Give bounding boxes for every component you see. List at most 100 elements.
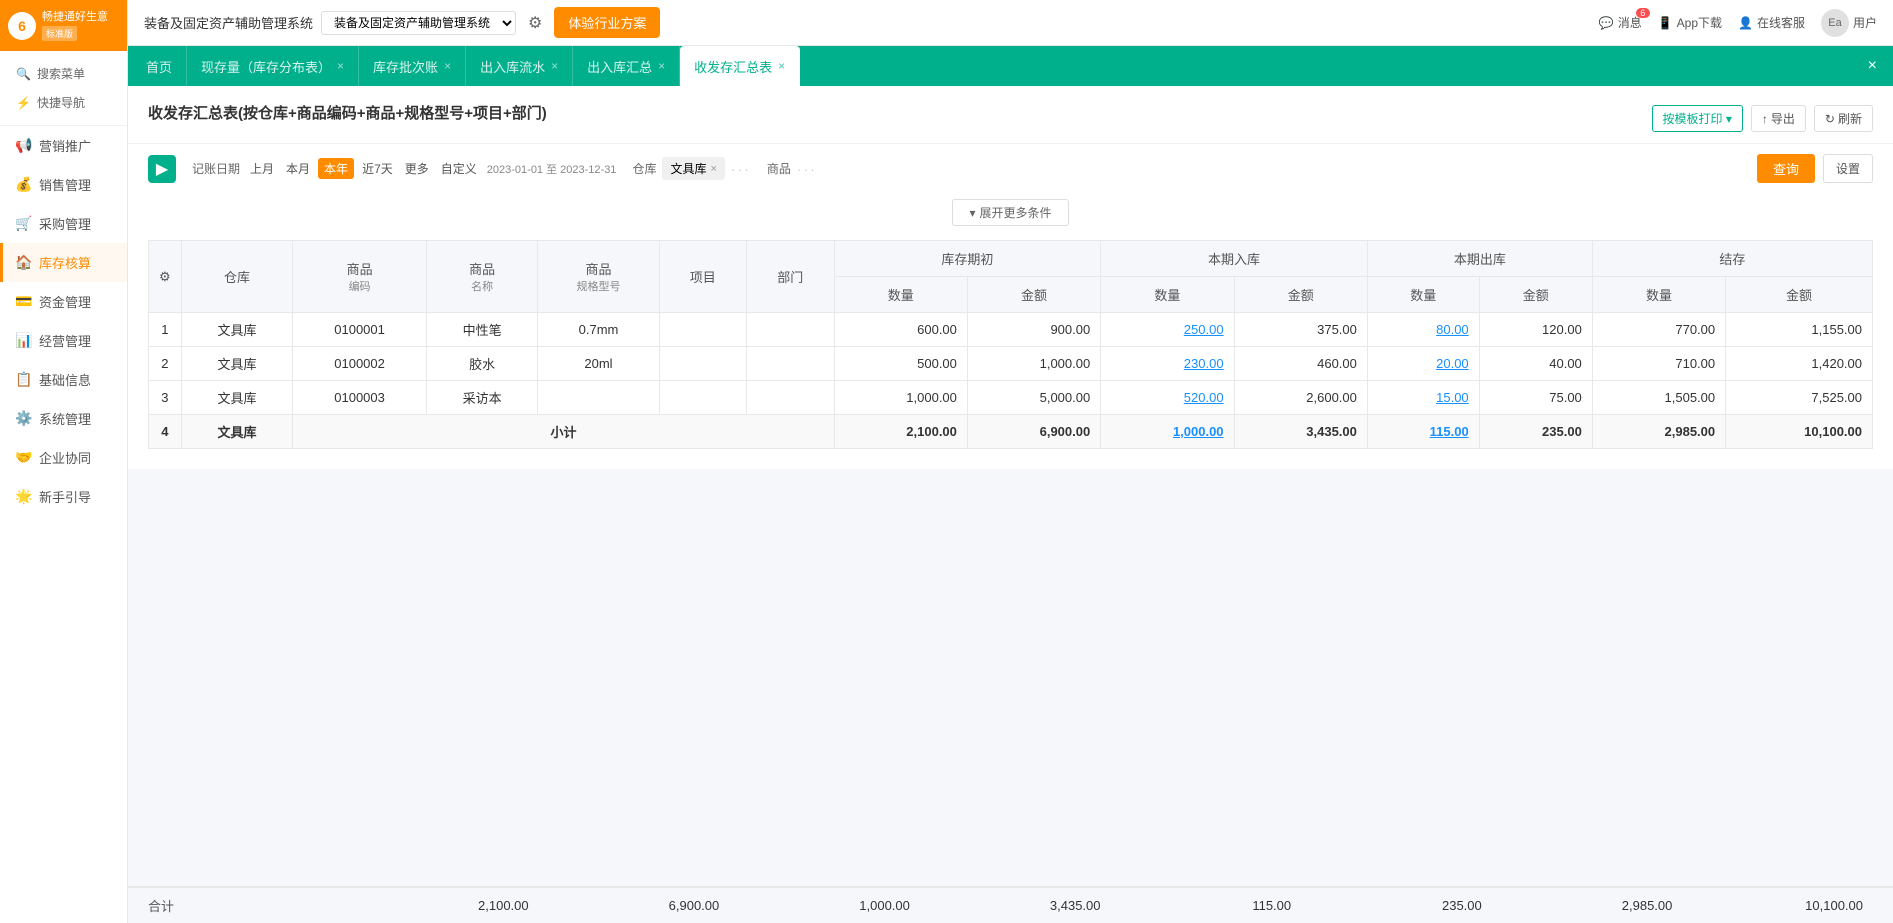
sales-icon: 💰	[15, 176, 31, 193]
user-item[interactable]: Ea 用户	[1821, 9, 1877, 37]
total-close-amt: 10,100.00	[1682, 898, 1873, 913]
enterprise-icon: 🤝	[15, 449, 31, 466]
sidebar-logo: 6	[8, 12, 36, 40]
table-row: 3 文具库 0100003 采访本 1,000.00 5,000.00 520.…	[149, 381, 1873, 415]
print-template-button[interactable]: 按模板打印 ▾	[1652, 105, 1743, 132]
sidebar-nav: 📢 营销推广 💰 销售管理 🛒 采购管理 🏠 库存核算 💳 资金管理 📊 经营管…	[0, 126, 127, 923]
system-dropdown[interactable]: 装备及固定资产辅助管理系统	[321, 11, 516, 35]
tab-close-in-out-summary[interactable]: ×	[658, 59, 665, 73]
cell-warehouse: 文具库	[181, 381, 293, 415]
product-more-dots[interactable]: ···	[797, 161, 817, 177]
th-close-qty: 数量	[1592, 277, 1725, 313]
search-menu-label: 搜索菜单	[37, 65, 85, 82]
tabbar: 首页 现存量（库存分布表） × 库存批次账 × 出入库流水 × 出入库汇总 × …	[128, 46, 1893, 86]
sidebar-item-basic[interactable]: 📋 基础信息	[0, 360, 127, 399]
sidebar-item-operations[interactable]: 📊 经营管理	[0, 321, 127, 360]
tabbar-close-icon[interactable]: ×	[1856, 57, 1889, 75]
tab-batch-ledger[interactable]: 库存批次账 ×	[359, 46, 466, 86]
refresh-icon: ↻	[1825, 112, 1835, 126]
cell-close-qty: 770.00	[1592, 313, 1725, 347]
tab-close-receive-summary[interactable]: ×	[778, 59, 785, 73]
th-product-code: 商品编码	[293, 241, 426, 313]
cell-out-qty[interactable]: 15.00	[1367, 381, 1479, 415]
date-opt-more[interactable]: 更多	[401, 158, 433, 179]
topbar: 装备及固定资产辅助管理系统 装备及固定资产辅助管理系统 ⚙ 体验行业方案 💬 消…	[128, 0, 1893, 46]
content-area: 收发存汇总表(按仓库+商品编码+商品+规格型号+项目+部门) 按模板打印 ▾ ↑…	[128, 86, 1893, 886]
sidebar-item-label: 基础信息	[39, 370, 91, 389]
warehouse-more-dots[interactable]: ···	[731, 161, 751, 177]
tab-close-in-out-flow[interactable]: ×	[551, 59, 558, 73]
total-out-qty: 115.00	[1111, 898, 1302, 913]
sidebar-item-enterprise[interactable]: 🤝 企业协同	[0, 438, 127, 477]
warehouse-tag: 文具库 ×	[662, 157, 724, 180]
data-table: ⚙ 仓库 商品编码 商品名称 商品规格型号 项目 部门 库存期初 本期入库 本期…	[148, 240, 1873, 449]
subtotal-in-qty[interactable]: 1,000.00	[1101, 415, 1234, 449]
expand-more-button[interactable]: ▾ 展开更多条件	[952, 199, 1068, 226]
cell-in-qty[interactable]: 230.00	[1101, 347, 1234, 381]
page-header: 收发存汇总表(按仓库+商品编码+商品+规格型号+项目+部门) 按模板打印 ▾ ↑…	[128, 86, 1893, 144]
cell-open-amt: 1,000.00	[967, 347, 1100, 381]
cell-close-qty: 710.00	[1592, 347, 1725, 381]
cell-close-amt: 1,420.00	[1726, 347, 1873, 381]
sidebar-item-label: 经营管理	[39, 331, 91, 350]
date-opt-this-year[interactable]: 本年	[318, 158, 354, 179]
cell-no: 2	[149, 347, 182, 381]
tab-home[interactable]: 首页	[132, 46, 187, 86]
tab-close-batch-ledger[interactable]: ×	[444, 59, 451, 73]
date-opt-this-month[interactable]: 本月	[282, 158, 314, 179]
cell-close-amt: 7,525.00	[1726, 381, 1873, 415]
online-label: 在线客服	[1757, 14, 1805, 31]
settings-gear-icon[interactable]: ⚙	[524, 9, 546, 37]
tab-close-inventory-dist[interactable]: ×	[337, 59, 344, 73]
trial-button[interactable]: 体验行业方案	[554, 7, 660, 38]
avatar: Ea	[1821, 9, 1849, 37]
date-opt-last-month[interactable]: 上月	[246, 158, 278, 179]
date-opt-7days[interactable]: 近7天	[358, 158, 397, 179]
cell-project	[659, 381, 747, 415]
tab-in-out-flow[interactable]: 出入库流水 ×	[466, 46, 573, 86]
subtotal-out-qty[interactable]: 115.00	[1367, 415, 1479, 449]
cell-warehouse: 文具库	[181, 313, 293, 347]
date-opt-custom[interactable]: 自定义	[437, 158, 481, 179]
cell-out-qty[interactable]: 80.00	[1367, 313, 1479, 347]
th-warehouse: 仓库	[181, 241, 293, 313]
sidebar-item-guide[interactable]: 🌟 新手引导	[0, 477, 127, 516]
quick-nav-icon: ⚡	[16, 96, 31, 110]
total-in-amt: 3,435.00	[920, 898, 1111, 913]
refresh-button[interactable]: ↻ 刷新	[1814, 105, 1873, 132]
th-settings[interactable]: ⚙	[149, 241, 182, 313]
th-in-amt: 金额	[1234, 277, 1367, 313]
sidebar-item-finance[interactable]: 💳 资金管理	[0, 282, 127, 321]
sidebar-item-label: 企业协同	[39, 448, 91, 467]
cell-in-qty[interactable]: 520.00	[1101, 381, 1234, 415]
date-filter-label: 记账日期	[192, 160, 240, 177]
cell-code: 0100002	[293, 347, 426, 381]
filter-expand-button[interactable]: ▶	[148, 155, 176, 183]
sidebar-item-marketing[interactable]: 📢 营销推广	[0, 126, 127, 165]
cell-out-amt: 40.00	[1479, 347, 1592, 381]
message-item[interactable]: 💬 消息 6	[1599, 14, 1642, 31]
sidebar-item-inventory[interactable]: 🏠 库存核算	[0, 243, 127, 282]
cell-in-qty[interactable]: 250.00	[1101, 313, 1234, 347]
tab-in-out-summary[interactable]: 出入库汇总 ×	[573, 46, 680, 86]
online-service-item[interactable]: 👤 在线客服	[1738, 14, 1805, 31]
total-close-qty: 2,985.00	[1492, 898, 1683, 913]
tab-inventory-dist[interactable]: 现存量（库存分布表） ×	[187, 46, 359, 86]
date-range-text: 2023-01-01 至 2023-12-31	[487, 164, 617, 176]
cell-spec: 0.7mm	[538, 313, 659, 347]
search-menu-item[interactable]: 🔍 搜索菜单	[8, 59, 119, 88]
cell-out-amt: 75.00	[1479, 381, 1592, 415]
sidebar-item-purchase[interactable]: 🛒 采购管理	[0, 204, 127, 243]
tab-receive-summary[interactable]: 收发存汇总表 ×	[680, 46, 800, 86]
finance-icon: 💳	[15, 293, 31, 310]
cell-out-qty[interactable]: 20.00	[1367, 347, 1479, 381]
export-button[interactable]: ↑ 导出	[1751, 105, 1806, 132]
app-download-item[interactable]: 📱 App下载	[1658, 14, 1722, 31]
sidebar-item-sales[interactable]: 💰 销售管理	[0, 165, 127, 204]
query-button[interactable]: 查询	[1757, 154, 1815, 183]
warehouse-tag-close[interactable]: ×	[710, 163, 716, 175]
quick-nav-item[interactable]: ⚡ 快捷导航	[8, 88, 119, 117]
sidebar: 6 畅捷通好生意 标准版 🔍 搜索菜单 ⚡ 快捷导航 📢 营销推广 💰 销售管理…	[0, 0, 128, 923]
sidebar-item-system[interactable]: ⚙️ 系统管理	[0, 399, 127, 438]
filter-settings-button[interactable]: 设置	[1823, 154, 1873, 183]
